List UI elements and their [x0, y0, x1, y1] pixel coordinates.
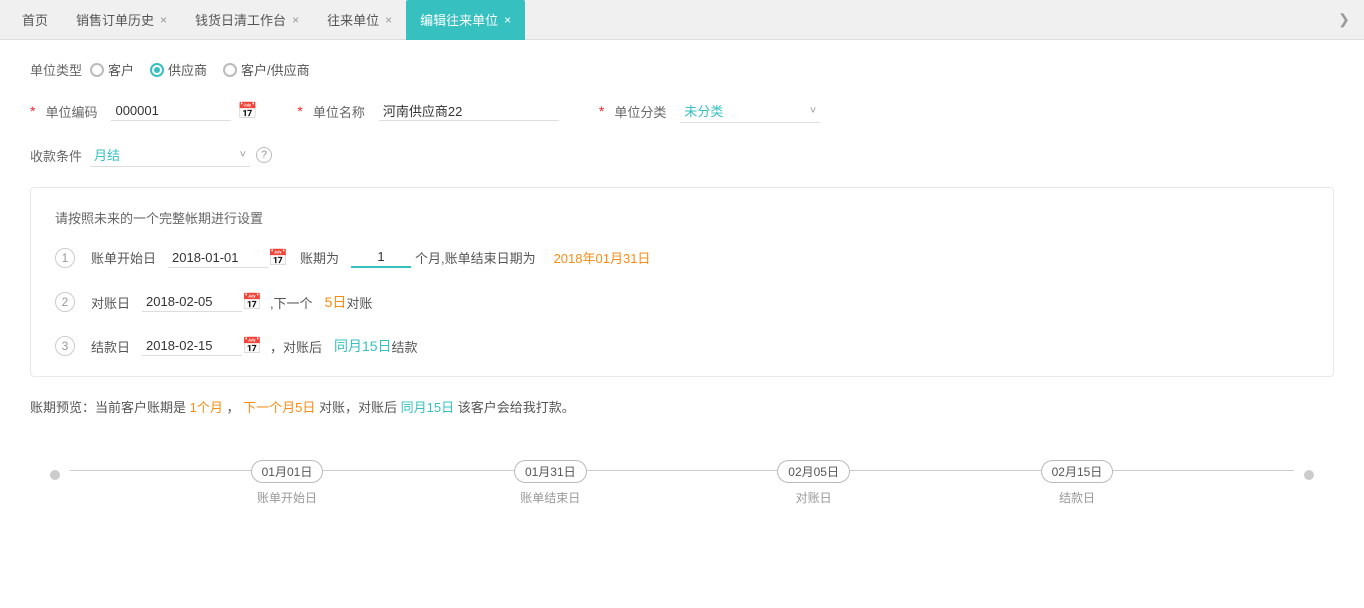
unit-type-label: 单位类型	[30, 60, 82, 79]
radio-label-supplier: 供应商	[168, 60, 207, 79]
tab-partner[interactable]: 往来单位 ×	[313, 0, 406, 40]
dot-start	[50, 470, 60, 480]
preview-part4: 同月15日	[401, 400, 454, 415]
period-label: 账期为	[300, 248, 339, 267]
settings-panel: 请按照未来的一个完整帐期进行设置 1 账单开始日 📅 账期为 个月,账单结束日期…	[30, 187, 1334, 377]
help-icon[interactable]: ?	[256, 147, 272, 163]
unit-name-label: 单位名称	[313, 102, 365, 121]
payment-select[interactable]: 月结 ˅	[90, 143, 250, 167]
step-3: 3	[55, 336, 75, 356]
radio-both[interactable]: 客户/供应商	[223, 60, 310, 79]
calendar-icon-code[interactable]: 📅	[237, 101, 257, 121]
setting-row-3: 3 结款日 📅 ，对账后 同月15日 结款	[55, 336, 1309, 356]
calendar-icon-start[interactable]: 📅	[268, 248, 288, 268]
label-payment-date: 结款日	[91, 337, 130, 356]
tabs-nav-arrow[interactable]: ❯	[1332, 0, 1356, 40]
timeline-node-2: 01月31日	[514, 460, 587, 483]
unit-class-select[interactable]: 未分类 ˅	[680, 99, 820, 123]
preview-suffix: 该客户会给我打款。	[458, 400, 575, 415]
timeline-node-1: 01月01日	[251, 460, 324, 483]
tabs-bar: 首页 销售订单历史 × 钱货日清工作台 × 往来单位 × 编辑往来单位 × ❯	[0, 0, 1364, 40]
panel-title: 请按照未来的一个完整帐期进行设置	[55, 208, 1309, 227]
reconcile-suffix: 对账	[346, 293, 372, 312]
tab-home[interactable]: 首页	[8, 0, 62, 40]
start-date-input[interactable]	[168, 248, 268, 268]
page-content: 单位类型 客户 供应商 客户/供应商 * 单位编码 📅 * 单位名称	[0, 40, 1364, 608]
timeline-item-1: 01月01日 账单开始日	[251, 460, 324, 506]
payment-label: 收款条件	[30, 146, 82, 165]
radio-customer[interactable]: 客户	[90, 60, 134, 79]
step-2: 2	[55, 292, 75, 312]
unit-name-input[interactable]	[379, 101, 559, 121]
tab-cash-work[interactable]: 钱货日清工作台 ×	[181, 0, 313, 40]
timeline-node-3: 02月05日	[777, 460, 850, 483]
period-value-input[interactable]	[351, 247, 411, 268]
period-end-date: 2018年01月31日	[554, 248, 651, 267]
preview-part3: 对账，对账后	[319, 400, 397, 415]
unit-class-value: 未分类	[684, 101, 810, 120]
payment-prefix: ，对账后	[270, 337, 322, 356]
step-1: 1	[55, 248, 75, 268]
preview-text: 账期预览：当前客户账期是 1个月 ， 下一个月5日 对账，对账后 同月15日 该…	[30, 397, 1334, 416]
star-class: *	[599, 103, 604, 119]
unit-class-group: * 单位分类 未分类 ˅	[599, 99, 820, 123]
unit-class-label: 单位分类	[614, 102, 666, 121]
payment-value: 月结	[94, 145, 240, 164]
preview-comma1: ，	[227, 400, 240, 415]
preview-part1: 1个月	[190, 400, 223, 415]
radio-label-both: 客户/供应商	[241, 60, 310, 79]
unit-code-input[interactable]	[111, 101, 231, 121]
unit-name-group: * 单位名称	[297, 101, 558, 121]
calendar-icon-payment[interactable]: 📅	[242, 336, 262, 356]
unit-fields-row: * 单位编码 📅 * 单位名称 * 单位分类 未分类 ˅	[30, 99, 1334, 123]
preview-prefix: 账期预览：当前客户账期是	[30, 400, 186, 415]
reconcile-highlight: 5日	[325, 292, 347, 312]
reconcile-prefix: ,下一个	[270, 293, 313, 312]
timeline-item-4: 02月15日 结款日	[1041, 460, 1114, 506]
radio-group-unit-type: 客户 供应商 客户/供应商	[90, 60, 310, 79]
radio-circle-customer	[90, 63, 104, 77]
setting-row-1: 1 账单开始日 📅 账期为 个月,账单结束日期为 2018年01月31日	[55, 247, 1309, 268]
tab-close-cash-work[interactable]: ×	[292, 13, 299, 27]
payment-suffix: 结款	[392, 337, 418, 356]
star-name: *	[297, 103, 302, 119]
timeline-item-2: 01月31日 账单结束日	[514, 460, 587, 506]
timeline-nodes: 01月01日 账单开始日 01月31日 账单结束日 02月05日 对账日 02月…	[50, 460, 1314, 506]
unit-code-group: * 单位编码 📅	[30, 101, 257, 121]
payment-date-input[interactable]	[142, 336, 242, 356]
payment-highlight: 同月15日	[334, 336, 392, 356]
timeline-sublabel-1: 账单开始日	[257, 489, 317, 506]
preview-part2: 下一个月5日	[243, 400, 315, 415]
payment-row: 收款条件 月结 ˅ ?	[30, 143, 1334, 167]
unit-code-label: 单位编码	[45, 102, 97, 121]
setting-row-2: 2 对账日 📅 ,下一个 5日 对账	[55, 292, 1309, 312]
timeline-end-dot	[1304, 460, 1314, 480]
dot-end	[1304, 470, 1314, 480]
timeline-sublabel-3: 对账日	[796, 489, 832, 506]
timeline-sublabel-2: 账单结束日	[520, 489, 580, 506]
tab-close-sales-history[interactable]: ×	[160, 13, 167, 27]
tab-sales-history[interactable]: 销售订单历史 ×	[62, 0, 181, 40]
timeline-item-3: 02月05日 对账日	[777, 460, 850, 506]
chevron-down-icon-payment: ˅	[240, 149, 246, 161]
label-reconcile-date: 对账日	[91, 293, 130, 312]
radio-circle-both	[223, 63, 237, 77]
label-start-date: 账单开始日	[91, 248, 156, 267]
radio-supplier[interactable]: 供应商	[150, 60, 207, 79]
timeline-node-4: 02月15日	[1041, 460, 1114, 483]
timeline-sublabel-4: 结款日	[1059, 489, 1095, 506]
reconcile-date-input[interactable]	[142, 292, 242, 312]
star-code: *	[30, 103, 35, 119]
calendar-icon-reconcile[interactable]: 📅	[242, 292, 262, 312]
tab-close-edit-partner[interactable]: ×	[504, 13, 511, 27]
timeline-start-dot	[50, 460, 60, 480]
period-unit: 个月,账单结束日期为	[415, 248, 536, 267]
timeline-container: 01月01日 账单开始日 01月31日 账单结束日 02月05日 对账日 02月…	[30, 444, 1334, 506]
tab-edit-partner[interactable]: 编辑往来单位 ×	[406, 0, 525, 40]
chevron-down-icon: ˅	[810, 105, 816, 117]
radio-label-customer: 客户	[108, 60, 134, 79]
tab-close-partner[interactable]: ×	[385, 13, 392, 27]
unit-type-row: 单位类型 客户 供应商 客户/供应商	[30, 60, 1334, 79]
radio-circle-supplier	[150, 63, 164, 77]
